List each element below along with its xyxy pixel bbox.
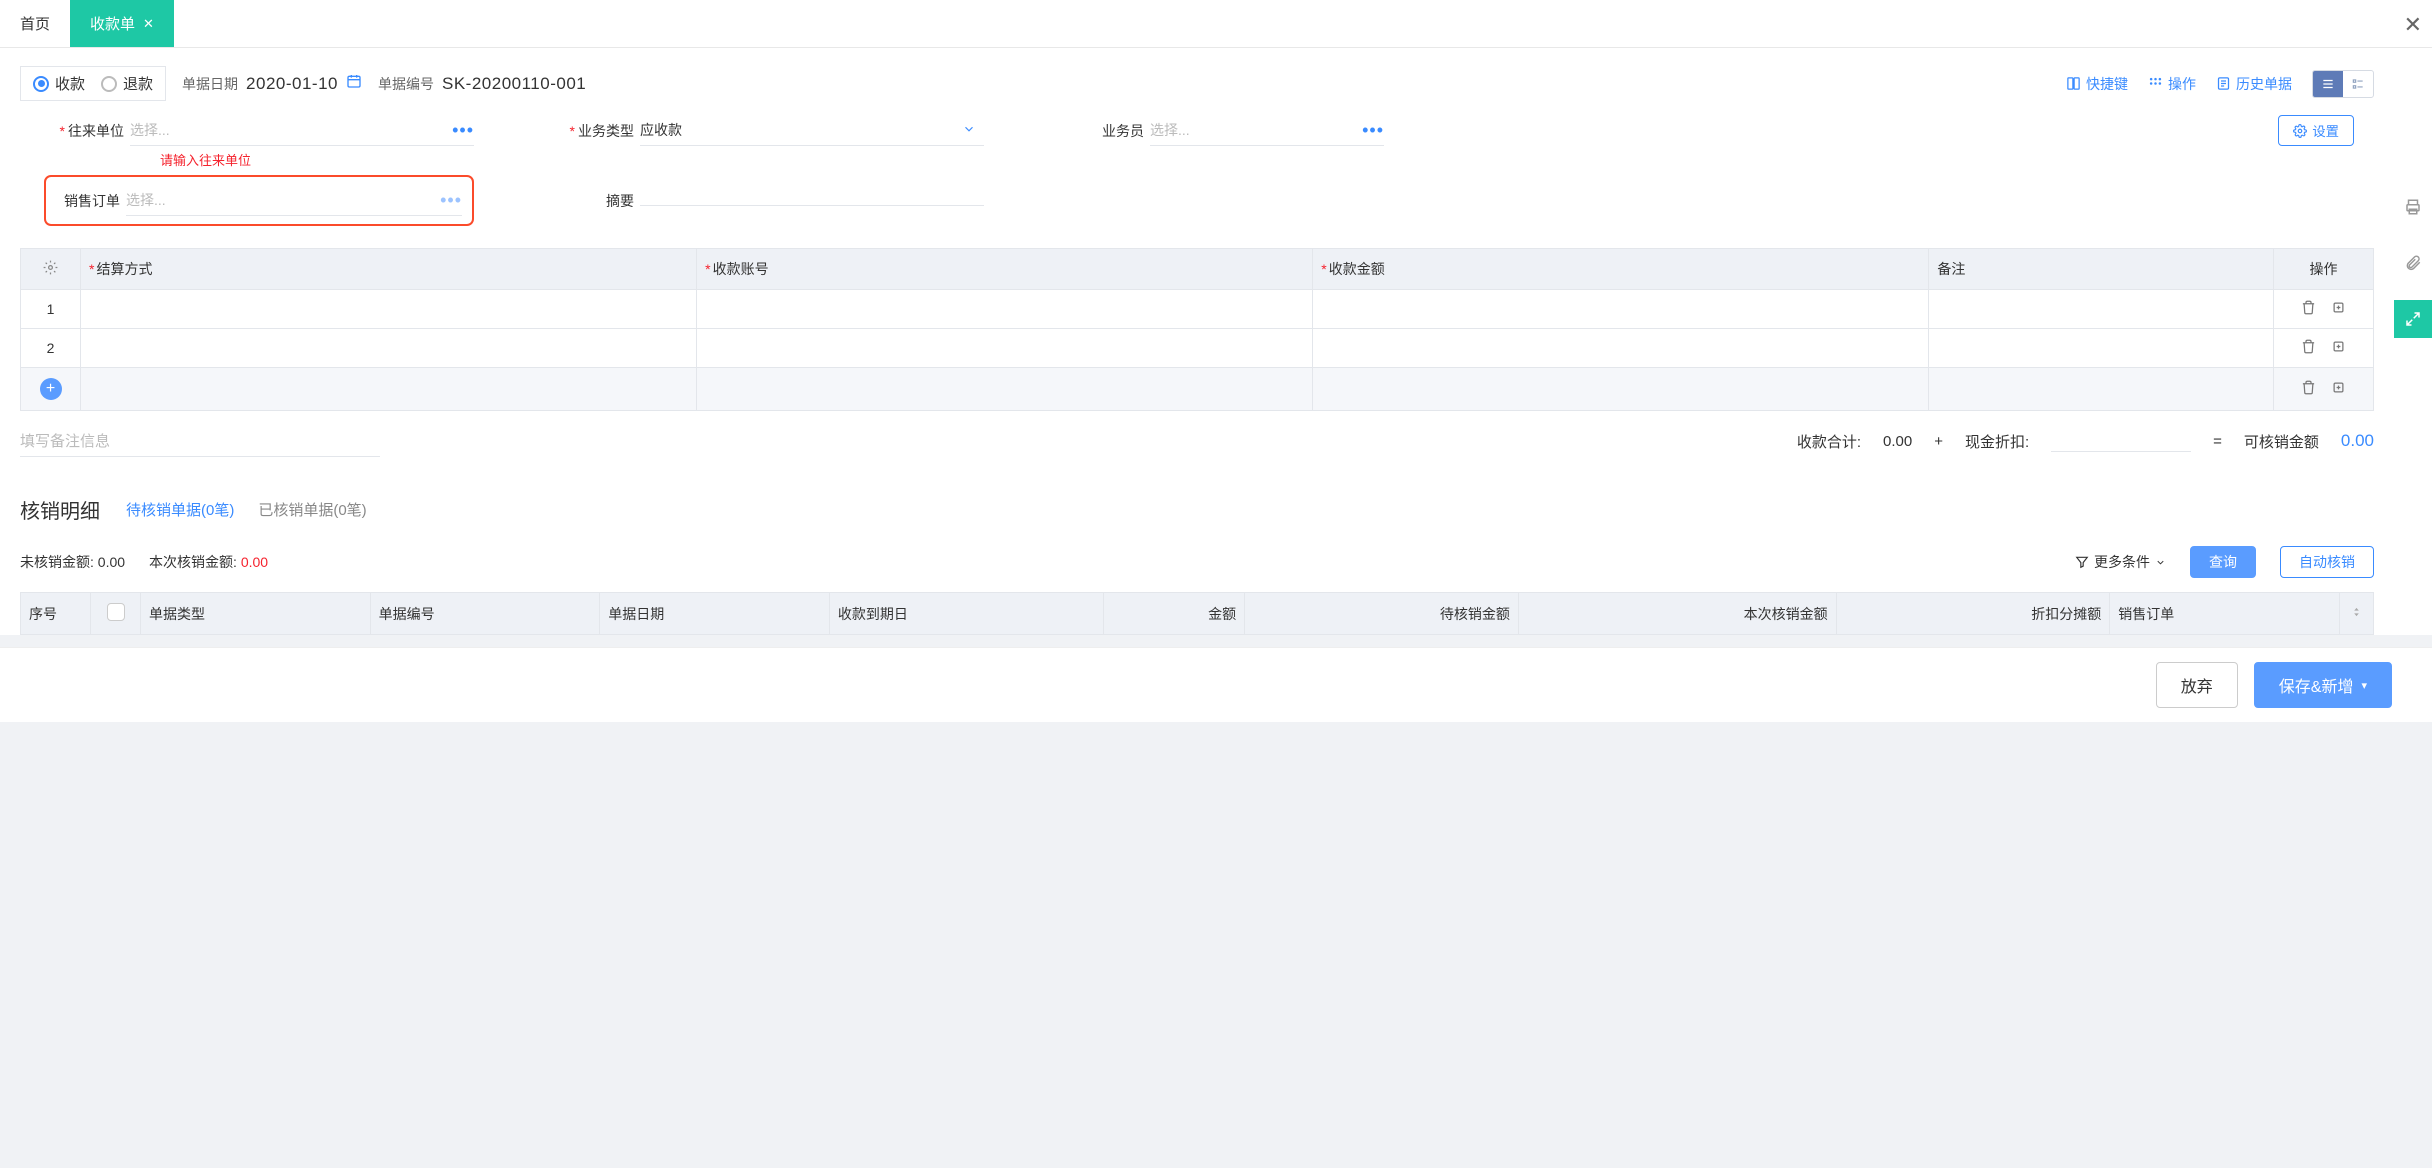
calendar-icon[interactable] <box>346 73 362 94</box>
expand-icon[interactable] <box>2394 300 2432 338</box>
table-row[interactable]: 2 <box>21 329 2374 368</box>
delete-icon[interactable] <box>2301 341 2316 357</box>
writeoff-title: 核销明细 <box>20 495 100 524</box>
close-icon[interactable]: ✕ <box>143 16 154 32</box>
writeoff-header: 核销明细 待核销单据(0笔) 已核销单据(0笔) <box>20 495 2374 524</box>
print-icon[interactable] <box>2394 188 2432 226</box>
settings-button[interactable]: 设置 <box>2278 115 2354 146</box>
view-list-icon[interactable] <box>2313 71 2343 97</box>
total-value: 0.00 <box>1883 433 1912 450</box>
attachment-icon[interactable] <box>2394 244 2432 282</box>
tab-receipt[interactable]: 收款单 ✕ <box>70 0 174 47</box>
operate-button[interactable]: 操作 <box>2148 74 2196 94</box>
radio-selected-icon <box>33 76 49 92</box>
summary-bar: 填写备注信息 收款合计: 0.00 + 现金折扣: = 可核销金额 0.00 <box>20 425 2374 457</box>
history-button[interactable]: 历史单据 <box>2216 74 2292 94</box>
select-all-checkbox[interactable] <box>91 593 141 635</box>
delete-icon[interactable] <box>2301 302 2316 318</box>
discount-input[interactable] <box>2051 430 2191 452</box>
top-tab-bar: 首页 收款单 ✕ ✕ <box>0 0 2432 48</box>
receipt-type-radio-group: 收款 退款 <box>20 66 166 101</box>
writeoff-toolbar: 未核销金额: 0.00 本次核销金额: 0.00 更多条件 查询 自动核销 <box>20 546 2374 578</box>
table-row[interactable]: 1 <box>21 290 2374 329</box>
save-and-new-button[interactable]: 保存&新增 ▾ <box>2254 662 2392 708</box>
tab-done-writeoff[interactable]: 已核销单据(0笔) <box>258 499 366 520</box>
writeoff-grid: 序号 单据类型 单据编号 单据日期 收款到期日 金额 待核销金额 本次核销金额 … <box>20 592 2374 635</box>
form-grid: *往来单位 选择... ••• *业务类型 应收款 业务员 选择... ••• … <box>20 115 2374 234</box>
header-row: 收款 退款 单据日期 2020-01-10 单据编号 SK-20200110-0… <box>20 66 2374 101</box>
party-field: *往来单位 选择... ••• <box>44 115 474 146</box>
tab-home[interactable]: 首页 <box>0 0 70 47</box>
payment-grid: *结算方式 *收款账号 *收款金额 备注 操作 1 2 <box>20 248 2374 411</box>
writeable-value: 0.00 <box>2341 431 2374 451</box>
add-row: + <box>21 368 2374 411</box>
delete-icon[interactable] <box>2301 382 2316 398</box>
radio-icon <box>101 76 117 92</box>
clerk-input[interactable]: 选择... <box>1150 115 1384 146</box>
radio-refund[interactable]: 退款 <box>101 73 153 94</box>
summary-input[interactable] <box>640 195 984 206</box>
query-button[interactable]: 查询 <box>2190 546 2256 578</box>
more-icon[interactable]: ••• <box>1362 120 1384 141</box>
shortcut-button[interactable]: 快捷键 <box>2066 74 2128 94</box>
auto-writeoff-button[interactable]: 自动核销 <box>2280 546 2374 578</box>
cancel-button[interactable]: 放弃 <box>2156 662 2238 708</box>
view-switch <box>2312 70 2374 98</box>
add-row-button[interactable]: + <box>40 378 62 400</box>
footer-bar: 放弃 保存&新增 ▾ <box>0 647 2432 722</box>
summary-field: 摘要 <box>554 175 984 226</box>
party-input[interactable]: 选择... <box>130 115 474 146</box>
biztype-select[interactable]: 应收款 <box>640 115 984 146</box>
side-rail <box>2394 48 2432 635</box>
clerk-field: 业务员 选择... ••• <box>1064 115 1384 146</box>
copy-row-icon[interactable] <box>2331 341 2346 357</box>
sales-order-input[interactable]: 选择... <box>126 185 462 216</box>
chevron-down-icon[interactable] <box>962 122 976 139</box>
page-close-icon[interactable]: ✕ <box>2404 12 2422 38</box>
copy-row-icon[interactable] <box>2331 382 2346 398</box>
remark-input[interactable]: 填写备注信息 <box>20 425 380 457</box>
biztype-field: *业务类型 应收款 <box>554 115 984 146</box>
sort-icon[interactable] <box>2340 593 2374 635</box>
more-icon[interactable]: ••• <box>440 190 462 211</box>
tab-pending-writeoff[interactable]: 待核销单据(0笔) <box>126 499 234 520</box>
view-detail-icon[interactable] <box>2343 71 2373 97</box>
sales-order-field: 销售订单 选择... ••• <box>44 175 474 226</box>
toolbar-right: 快捷键 操作 历史单据 <box>2066 70 2374 98</box>
party-error: 请输入往来单位 <box>44 150 2374 169</box>
more-conditions-button[interactable]: 更多条件 <box>2075 552 2166 572</box>
doc-number: 单据编号 SK-20200110-001 <box>378 74 586 94</box>
doc-date: 单据日期 2020-01-10 <box>182 73 362 94</box>
doc-number-value: SK-20200110-001 <box>442 74 586 94</box>
grid-settings-header[interactable] <box>21 249 81 290</box>
radio-receive[interactable]: 收款 <box>33 73 85 94</box>
doc-date-value[interactable]: 2020-01-10 <box>246 74 338 94</box>
chevron-down-icon[interactable]: ▾ <box>2361 679 2367 692</box>
more-icon[interactable]: ••• <box>452 120 474 141</box>
copy-row-icon[interactable] <box>2331 302 2346 318</box>
